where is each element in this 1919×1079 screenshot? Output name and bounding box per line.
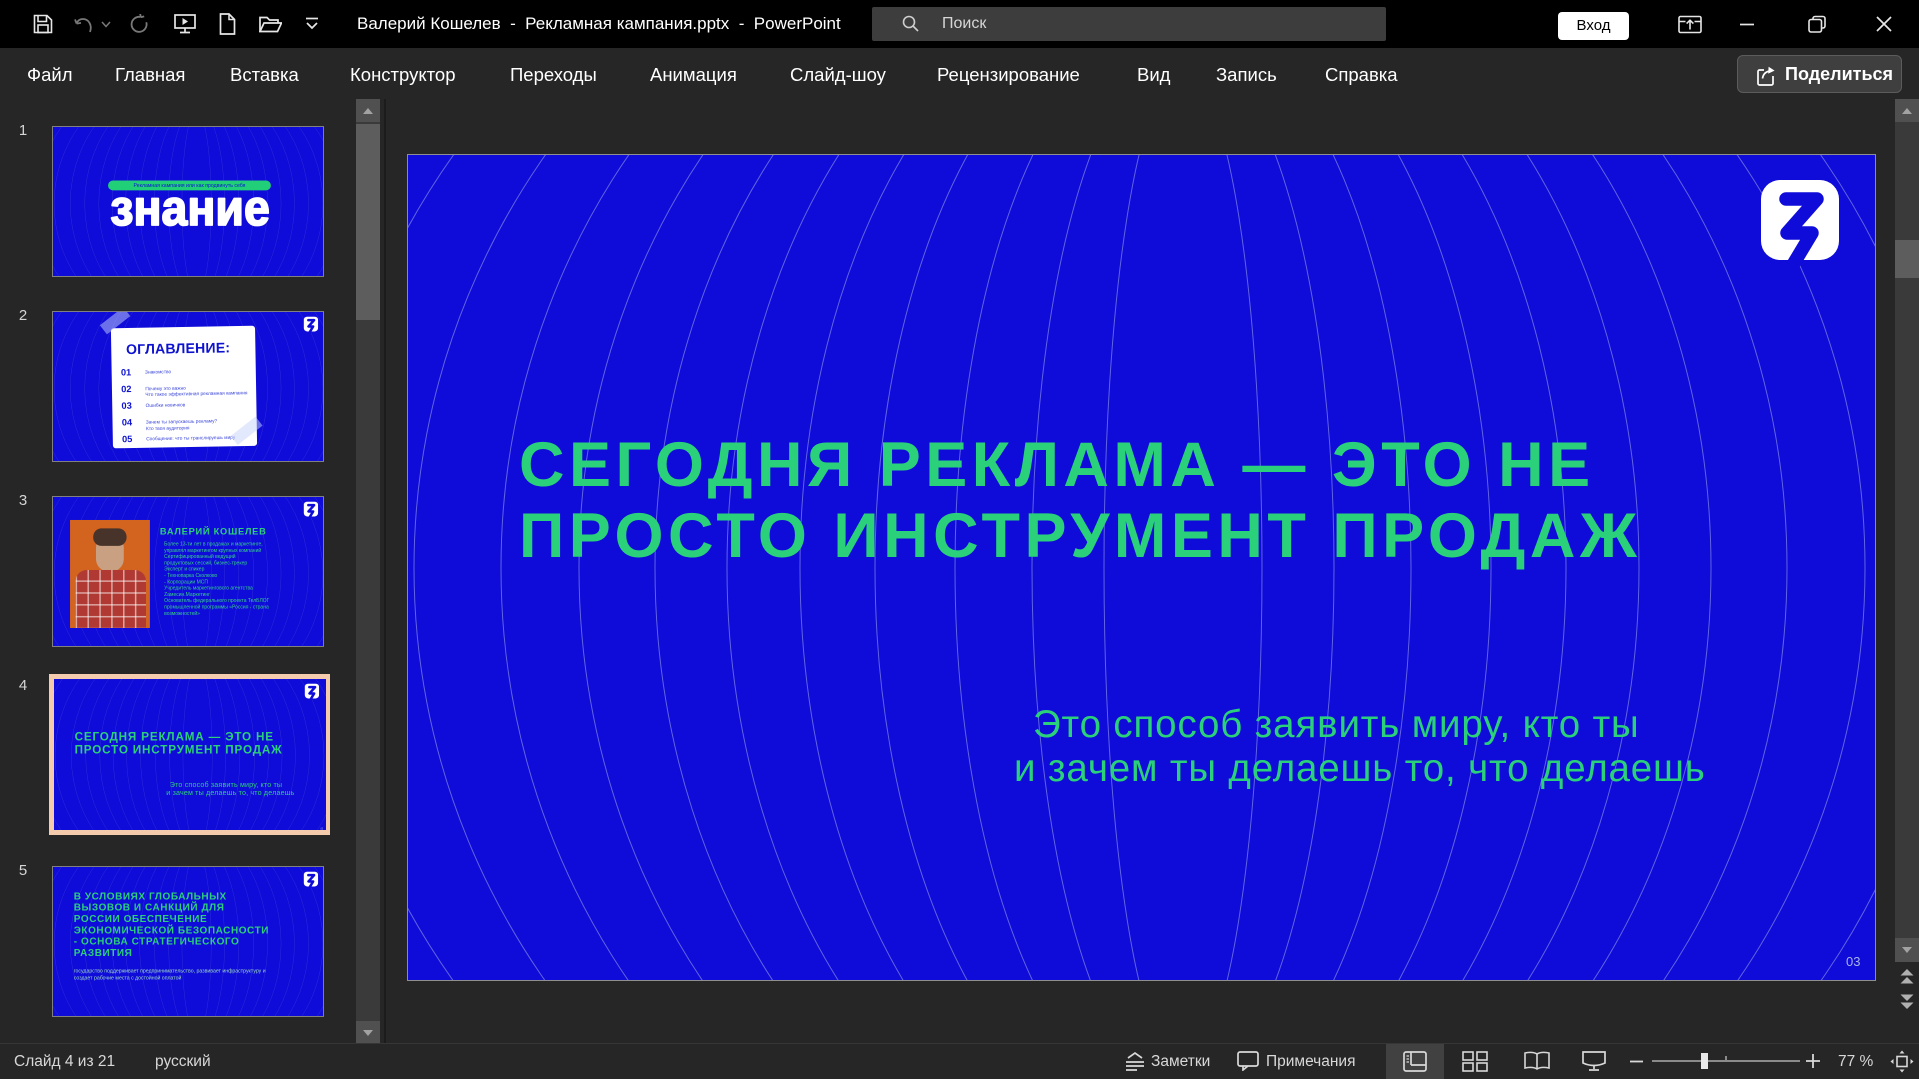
svg-text:знание: знание <box>110 194 269 231</box>
